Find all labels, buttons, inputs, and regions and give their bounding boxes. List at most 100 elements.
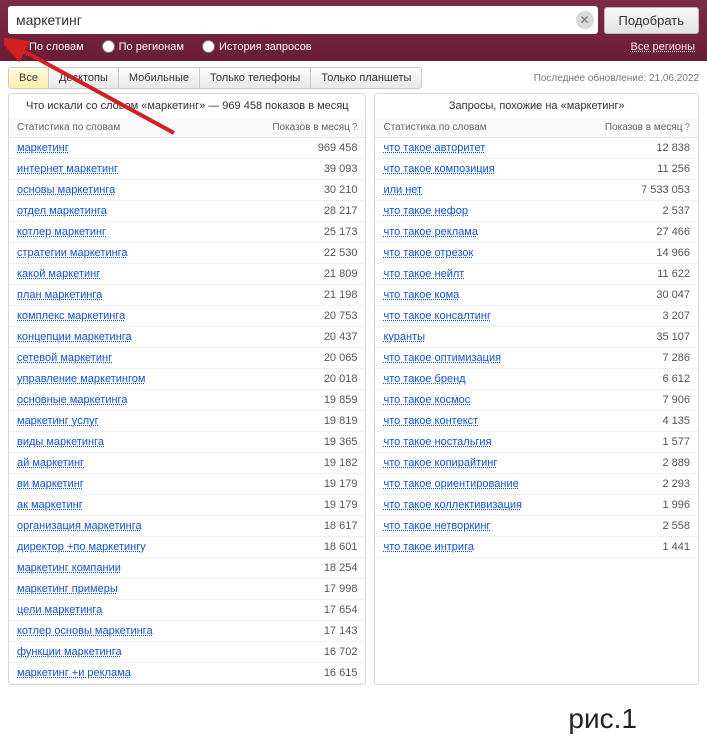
keyword-link[interactable]: маркетинг [17, 142, 69, 154]
table-row: что такое копирайтинг2 889 [375, 453, 698, 474]
table-row: организация маркетинга 18 617 [9, 516, 365, 537]
table-row: функции маркетинга 16 702 [9, 642, 365, 663]
tab-desktops[interactable]: Десктопы [48, 67, 119, 89]
table-row: виды маркетинга19 365 [9, 432, 365, 453]
table-row: маркетинг969 458 [9, 138, 365, 159]
table-row: маркетинг услуг19 819 [9, 411, 365, 432]
keyword-link[interactable]: организация маркетинга [17, 520, 142, 532]
keyword-link[interactable]: что такое интрига [383, 541, 474, 553]
shows-value: 18 617 [316, 520, 358, 532]
table-row: маркетинг +и реклама16 615 [9, 663, 365, 684]
keyword-link[interactable]: маркетинг +и реклама [17, 667, 131, 679]
shows-value: 19 179 [316, 499, 358, 511]
keyword-link[interactable]: что такое авторитет [383, 142, 485, 154]
keyword-link[interactable]: что такое нейлт [383, 268, 464, 280]
keyword-link[interactable]: что такое оптимизация [383, 352, 501, 364]
table-row: директор +по маркетингу18 601 [9, 537, 365, 558]
shows-value: 2 537 [654, 205, 690, 217]
table-header: Статистика по словам Показов в месяц? [375, 118, 698, 138]
keyword-link[interactable]: сетевой маркетинг [17, 352, 112, 364]
search-input[interactable] [8, 6, 570, 34]
keyword-link[interactable]: отдел маркетинга [17, 205, 107, 217]
shows-value: 7 286 [654, 352, 690, 364]
radio-by-words[interactable]: По словам [12, 40, 84, 53]
keyword-link[interactable]: функции маркетинга [17, 646, 122, 658]
keyword-link[interactable]: что такое бренд [383, 373, 465, 385]
tab-phones[interactable]: Только телефоны [199, 67, 311, 89]
all-regions-link[interactable]: Все регионы [630, 41, 695, 53]
table-row: отдел маркетинга 28 217 [9, 201, 365, 222]
keyword-link[interactable]: основные маркетинга [17, 394, 127, 406]
shows-value: 20 753 [316, 310, 358, 322]
keyword-link[interactable]: что такое космос [383, 394, 470, 406]
keyword-link[interactable]: маркетинг примеры [17, 583, 118, 595]
keyword-link[interactable]: что такое ориентирование [383, 478, 518, 490]
keyword-link[interactable]: комплекс маркетинга [17, 310, 125, 322]
table-row: управление маркетингом20 018 [9, 369, 365, 390]
keyword-link[interactable]: маркетинг компании [17, 562, 121, 574]
keyword-link[interactable]: что такое кома [383, 289, 459, 301]
keyword-link[interactable]: какой маркетинг [17, 268, 100, 280]
figure-caption: рис.1 [0, 693, 707, 749]
keyword-link[interactable]: что такое реклама [383, 226, 477, 238]
table-row: что такое консалтинг 3 207 [375, 306, 698, 327]
keyword-link[interactable]: цели маркетинга [17, 604, 102, 616]
table-row: что такое авторитет 12 838 [375, 138, 698, 159]
keyword-link[interactable]: ви маркетинг [17, 478, 84, 490]
shows-value: 28 217 [316, 205, 358, 217]
shows-value: 3 207 [654, 310, 690, 322]
shows-value: 6 612 [654, 373, 690, 385]
keyword-link[interactable]: ай маркетинг [17, 457, 84, 469]
tab-tablets[interactable]: Только планшеты [310, 67, 422, 89]
shows-value: 14 966 [648, 247, 690, 259]
keyword-link[interactable]: управление маркетингом [17, 373, 145, 385]
keyword-link[interactable]: интернет маркетинг [17, 163, 118, 175]
keyword-link[interactable]: концепции маркетинга [17, 331, 132, 343]
shows-value: 1 996 [654, 499, 690, 511]
shows-value: 22 530 [316, 247, 358, 259]
keyword-link[interactable]: что такое копирайтинг [383, 457, 497, 469]
table-row: цели маркетинга17 654 [9, 600, 365, 621]
help-icon[interactable]: ? [352, 122, 358, 133]
col-stat: Статистика по словам [17, 122, 120, 133]
table-row: концепции маркетинга20 437 [9, 327, 365, 348]
table-row: какой маркетинг21 809 [9, 264, 365, 285]
keyword-link[interactable]: что такое нетворкинг [383, 520, 490, 532]
keyword-link[interactable]: котлер основы маркетинга [17, 625, 153, 637]
mode-radios: По словам По регионам История запросов В… [8, 34, 699, 61]
table-row: котлер маркетинг25 173 [9, 222, 365, 243]
radio-history[interactable]: История запросов [202, 40, 312, 53]
keyword-link[interactable]: что такое контекст [383, 415, 478, 427]
keyword-link[interactable]: стратегии маркетинга [17, 247, 128, 259]
keyword-link[interactable]: что такое ностальгия [383, 436, 491, 448]
clear-icon[interactable]: ✕ [576, 11, 594, 29]
shows-value: 12 838 [648, 142, 690, 154]
keyword-link[interactable]: маркетинг услуг [17, 415, 99, 427]
table-row: стратегии маркетинга 22 530 [9, 243, 365, 264]
keyword-link[interactable]: что такое коллективизация [383, 499, 522, 511]
keyword-link[interactable]: что такое нефор [383, 205, 468, 217]
tab-all[interactable]: Все [8, 67, 49, 89]
submit-button[interactable]: Подобрать [604, 7, 699, 34]
keyword-link[interactable]: что такое консалтинг [383, 310, 491, 322]
table-row: что такое контекст4 135 [375, 411, 698, 432]
radio-by-regions[interactable]: По регионам [102, 40, 184, 53]
tab-mobile[interactable]: Мобильные [118, 67, 200, 89]
panel-title: Запросы, похожие на «маркетинг» [375, 94, 698, 118]
keyword-link[interactable]: план маркетинга [17, 289, 102, 301]
table-row: что такое отрезок 14 966 [375, 243, 698, 264]
keyword-link[interactable]: котлер маркетинг [17, 226, 106, 238]
shows-value: 30 047 [648, 289, 690, 301]
keyword-link[interactable]: что такое композиция [383, 163, 494, 175]
keyword-link[interactable]: что такое отрезок [383, 247, 473, 259]
keyword-link[interactable]: или нет [383, 184, 422, 196]
keyword-link[interactable]: куранты [383, 331, 425, 343]
keyword-link[interactable]: основы маркетинга [17, 184, 115, 196]
keyword-link[interactable]: директор +по маркетингу [17, 541, 146, 553]
keyword-link[interactable]: ак маркетинг [17, 499, 83, 511]
keyword-link[interactable]: виды маркетинга [17, 436, 104, 448]
shows-value: 2 558 [654, 520, 690, 532]
shows-value: 16 702 [316, 646, 358, 658]
device-tabs: Все Десктопы Мобильные Только телефоны Т… [8, 67, 422, 89]
help-icon[interactable]: ? [684, 122, 690, 133]
